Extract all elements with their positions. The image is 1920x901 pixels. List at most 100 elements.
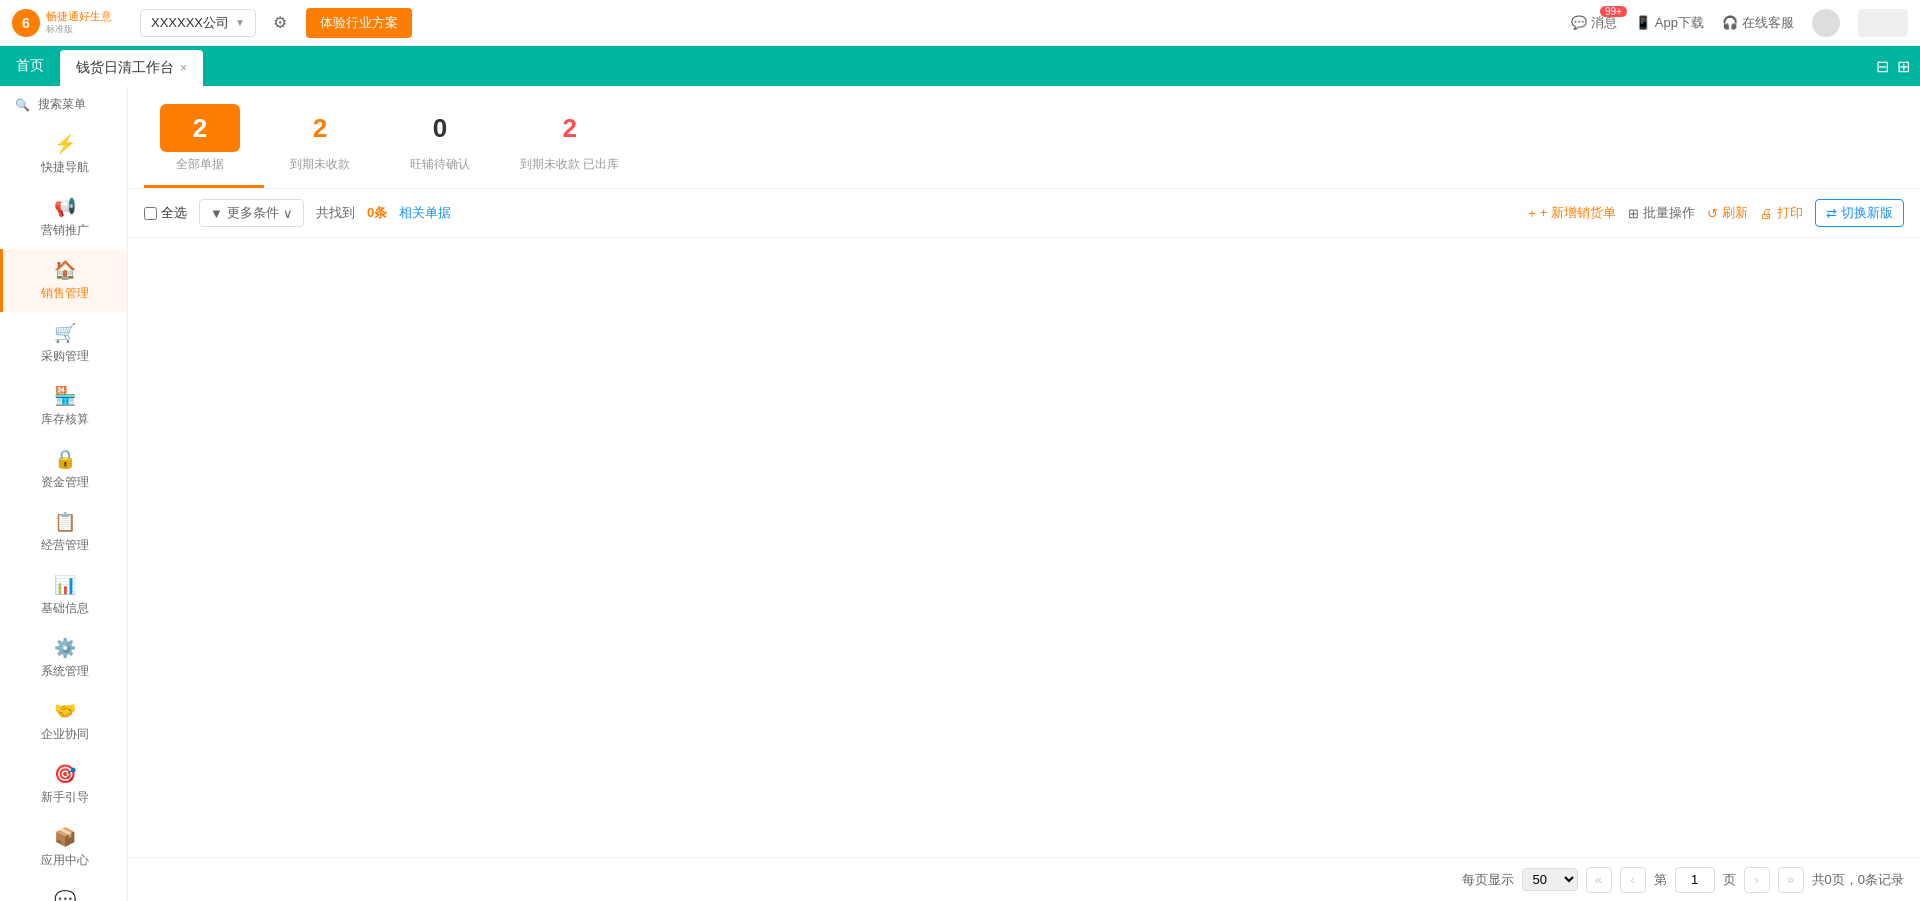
app-download-item[interactable]: 📱 App下载	[1635, 14, 1704, 32]
sidebar-item-enterprise[interactable]: 🤝 企业协同	[0, 690, 127, 753]
stat-card-overdue[interactable]: 2 到期未收款	[264, 96, 384, 188]
tab-actions: ⊟ ⊞	[1876, 57, 1920, 76]
next-page-btn[interactable]: ›	[1744, 867, 1770, 893]
tab-close-icon[interactable]: ×	[180, 61, 187, 75]
first-page-btn[interactable]: «	[1586, 867, 1612, 893]
add-sale-button[interactable]: + + 新增销货单	[1528, 204, 1616, 222]
sidebar-item-app-center[interactable]: 📦 应用中心	[0, 816, 127, 879]
print-button[interactable]: 🖨 打印	[1760, 204, 1803, 222]
sidebar-label-system: 系统管理	[41, 663, 89, 680]
page-suffix: 页	[1723, 871, 1736, 889]
app-center-icon: 📦	[54, 826, 76, 848]
system-icon: ⚙️	[54, 637, 76, 659]
found-count: 0条	[367, 204, 387, 222]
online-service-label: 在线客服	[1742, 14, 1794, 32]
refresh-icon: ↺	[1707, 206, 1718, 221]
refresh-button[interactable]: ↺ 刷新	[1707, 204, 1748, 222]
prev-page-btn[interactable]: ‹	[1620, 867, 1646, 893]
message-icon: 💬	[1571, 15, 1587, 30]
filter-button[interactable]: ▼ 更多条件 ∨	[199, 199, 304, 227]
tab-home[interactable]: 首页	[0, 46, 60, 86]
print-icon: 🖨	[1760, 206, 1773, 221]
sidebar-item-wechat[interactable]: 💬 企业微信	[0, 879, 127, 901]
tab-workbench[interactable]: 钱货日清工作台 ×	[60, 50, 203, 86]
guide-icon: 🎯	[54, 763, 76, 785]
sidebar-item-finance[interactable]: 🔒 资金管理	[0, 438, 127, 501]
nav-tabs: 首页 钱货日清工作台 × ⊟ ⊞	[0, 46, 1920, 86]
sidebar-item-system[interactable]: ⚙️ 系统管理	[0, 627, 127, 690]
company-selector[interactable]: XXXXXX公司 ▼	[140, 9, 256, 37]
select-all-input[interactable]	[144, 207, 157, 220]
page-input[interactable]	[1675, 867, 1715, 893]
sidebar-label-app-center: 应用中心	[41, 852, 89, 869]
experience-btn[interactable]: 体验行业方案	[306, 8, 412, 38]
sidebar-item-purchase[interactable]: 🛒 采购管理	[0, 312, 127, 375]
enterprise-icon: 🤝	[54, 700, 76, 722]
sidebar-label-purchase: 采购管理	[41, 348, 89, 365]
total-label: 共0页，0条记录	[1812, 871, 1904, 889]
sidebar-item-basic-info[interactable]: 📊 基础信息	[0, 564, 127, 627]
stat-card-shipped[interactable]: 2 到期未收款 已出库	[504, 96, 643, 188]
stat-label-overdue: 到期未收款	[290, 156, 350, 173]
sidebar-item-quick-nav[interactable]: ⚡ 快捷导航	[0, 123, 127, 186]
app-download-label: App下载	[1655, 14, 1704, 32]
messages-badge: 99+	[1600, 6, 1627, 17]
stat-num-box-shipped: 2	[530, 104, 610, 152]
pagination-bar: 每页显示 50 10 20 100 « ‹ 第 页 › » 共0页，0条记录	[128, 857, 1920, 901]
sidebar-label-marketing: 营销推广	[41, 222, 89, 239]
related-link[interactable]: 相关单据	[399, 204, 451, 222]
add-label: + 新增销货单	[1540, 204, 1616, 222]
stat-label-all: 全部单据	[176, 156, 224, 173]
sidebar-item-operations[interactable]: 📋 经营管理	[0, 501, 127, 564]
filter-label: 更多条件	[227, 204, 279, 222]
per-page-select[interactable]: 50 10 20 100	[1522, 868, 1578, 891]
switch-version-button[interactable]: ⇄ 切换新版	[1815, 199, 1904, 227]
sidebar-item-inventory[interactable]: 🏪 库存核算	[0, 375, 127, 438]
finance-icon: 🔒	[54, 448, 76, 470]
operations-icon: 📋	[54, 511, 76, 533]
settings-button[interactable]: ⚙	[264, 7, 296, 39]
header-right: 💬 消息 99+ 📱 App下载 🎧 在线客服	[1571, 9, 1908, 37]
quick-nav-icon: ⚡	[54, 133, 76, 155]
page-label: 第	[1654, 871, 1667, 889]
logo-tag: 标准版	[46, 23, 112, 36]
sales-icon: 🏠	[54, 259, 76, 281]
select-all-checkbox[interactable]: 全选	[144, 204, 187, 222]
search-menu[interactable]: 🔍 搜索菜单	[0, 86, 127, 123]
batch-button[interactable]: ⊞ 批量操作	[1628, 204, 1695, 222]
maximize-icon[interactable]: ⊞	[1897, 57, 1910, 76]
sidebar-item-marketing[interactable]: 📢 营销推广	[0, 186, 127, 249]
online-service-item[interactable]: 🎧 在线客服	[1722, 14, 1794, 32]
sidebar-label-finance: 资金管理	[41, 474, 89, 491]
logo-text: 畅捷通好生意	[46, 9, 112, 23]
stat-card-overdue-inner: 2 到期未收款	[280, 104, 360, 173]
messages-item[interactable]: 💬 消息 99+	[1571, 14, 1617, 32]
last-page-btn[interactable]: »	[1778, 867, 1804, 893]
sidebar: 🔍 搜索菜单 ⚡ 快捷导航 📢 营销推广 🏠 销售管理 🛒 采购管理 🏪 库存核…	[0, 86, 128, 901]
sidebar-label-sales: 销售管理	[41, 285, 89, 302]
user-name[interactable]	[1858, 9, 1908, 37]
download-icon: 📱	[1635, 15, 1651, 30]
batch-label: 批量操作	[1643, 204, 1695, 222]
wechat-icon: 💬	[54, 889, 76, 901]
sidebar-item-sales[interactable]: 🏠 销售管理	[0, 249, 127, 312]
stat-num-box-all: 2	[160, 104, 240, 152]
switch-icon: ⇄	[1826, 206, 1837, 221]
switch-label: 切换新版	[1841, 204, 1893, 222]
print-label: 打印	[1777, 204, 1803, 222]
minimize-icon[interactable]: ⊟	[1876, 57, 1889, 76]
tab-home-label: 首页	[16, 57, 44, 75]
refresh-label: 刷新	[1722, 204, 1748, 222]
inventory-icon: 🏪	[54, 385, 76, 407]
main-layout: 🔍 搜索菜单 ⚡ 快捷导航 📢 营销推广 🏠 销售管理 🛒 采购管理 🏪 库存核…	[0, 86, 1920, 901]
chevron-down-icon: ▼	[235, 17, 245, 28]
avatar[interactable]	[1812, 9, 1840, 37]
marketing-icon: 📢	[54, 196, 76, 218]
logo-icon: 6	[12, 9, 40, 37]
top-header: 6 畅捷通好生意 标准版 XXXXXX公司 ▼ ⚙ 体验行业方案 💬 消息 99…	[0, 0, 1920, 46]
stat-card-wangfu[interactable]: 0 旺辅待确认	[384, 96, 504, 188]
stat-card-all-inner: 2 全部单据	[160, 104, 240, 173]
sidebar-item-guide[interactable]: 🎯 新手引导	[0, 753, 127, 816]
stat-card-all[interactable]: 2 全部单据	[144, 96, 264, 188]
basic-info-icon: 📊	[54, 574, 76, 596]
